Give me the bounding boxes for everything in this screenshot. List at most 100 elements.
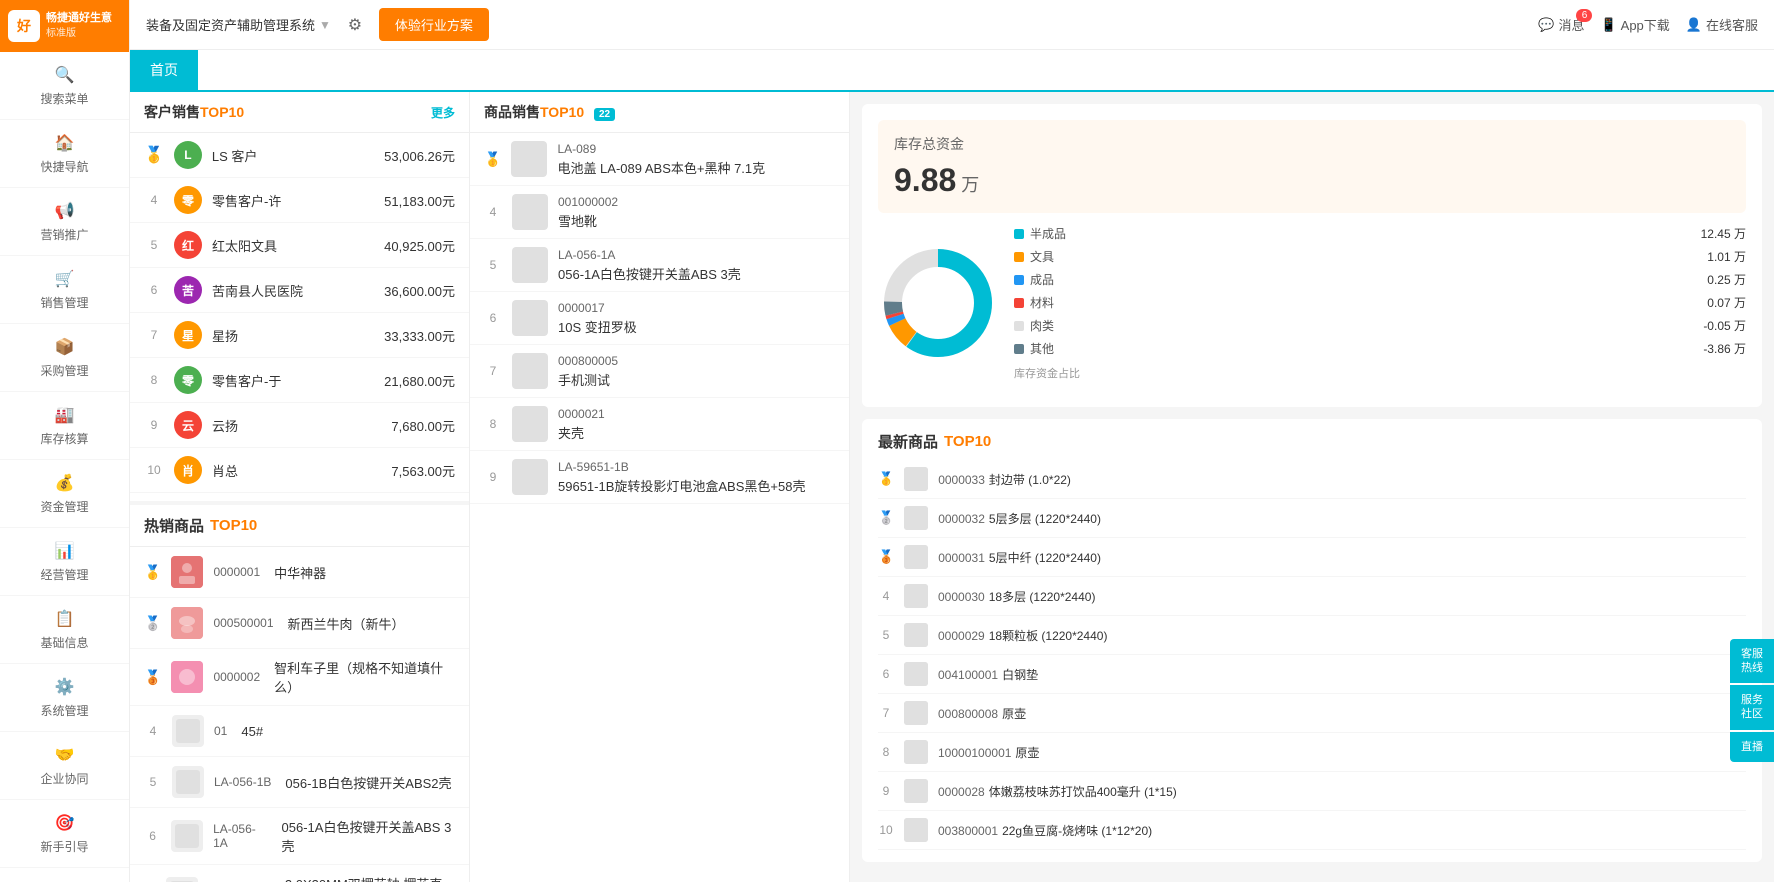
hot-rank-6: 6 [144,829,161,843]
rank-item-7: 9 云 云扬 7,680.00元 [130,403,469,448]
customer-sales-section: 客户销售TOP10 更多 🥇 L LS 客户 53,006.26元 4 零 零售… [130,92,469,493]
np-img-9 [904,779,928,803]
system-title: 装备及固定资产辅助管理系统 [146,15,315,34]
app-download-button[interactable]: 📱 App下载 [1600,15,1669,34]
hot-item-7: 7 NB2.0X30B 2.0X30MM双摆花轴,摆花直径2.1MM/ROHS [130,865,469,882]
np-medal-2: 🥈 [878,510,894,526]
sidebar-item-inventory[interactable]: 🏭 库存核算 [0,392,129,460]
service-hotline-button[interactable]: 客服热线 [1730,639,1774,684]
hot-code-6: LA-056-1A [213,822,267,850]
hot-name-2: 新西兰牛肉（新牛） [288,614,405,633]
dropdown-icon: ▼ [319,18,331,32]
np-rank-5: 5 [878,628,894,642]
np-img-10 [904,818,928,842]
customer-name-5: 星扬 [212,326,374,345]
hot-rank-5: 5 [144,775,162,789]
finance-icon: 💰 [54,472,76,494]
avatar-5: 星 [174,321,202,349]
medal-1: 🥇 [144,145,164,165]
sidebar-item-nav[interactable]: 🏠 快捷导航 [0,120,129,188]
sidebar-item-guide[interactable]: 🎯 新手引导 [0,800,129,868]
np-item-8: 8 10000100001原壶 [878,733,1746,772]
cp-img-6 [512,406,548,442]
cp-info-4: 0000017 10S 变扭罗极 [558,301,835,336]
avatar-4: 苦 [174,276,202,304]
service-icon: 👤 [1686,17,1702,33]
search-icon: 🔍 [54,64,76,86]
cp-rank-2: 4 [484,205,502,219]
hot-code-3: 0000002 [213,670,260,684]
sidebar-item-system[interactable]: ⚙️ 系统管理 [0,664,129,732]
product-item-c1: 🥇 LA-089 电池盖 LA-089 ABS本色+黑种 7.1克 [470,133,849,186]
customer-name-8: 肖总 [212,461,381,480]
amount-6: 21,680.00元 [384,371,455,390]
system-icon: ⚙️ [54,676,76,698]
sidebar-item-marketing[interactable]: 📢 营销推广 [0,188,129,256]
legend-dot-2 [1014,252,1024,262]
product-item-c4: 6 0000017 10S 变扭罗极 [470,292,849,345]
rank-num-7: 9 [144,418,164,432]
hot-img-7 [166,877,198,882]
trial-button[interactable]: 体验行业方案 [379,8,489,41]
cp-img-2 [512,194,548,230]
livestream-button[interactable]: 直播 [1730,732,1774,762]
hot-img-2 [171,607,203,639]
hot-code-1: 0000001 [213,565,260,579]
sidebar-item-basic[interactable]: 📋 基础信息 [0,596,129,664]
cp-info-7: LA-59651-1B 59651-1B旋转投影灯电池盒ABS黑色+58壳 [558,460,835,495]
hot-name-5: 056-1B白色按键开关ABS2壳 [285,773,451,792]
sidebar-item-purchase[interactable]: 📦 采购管理 [0,324,129,392]
rank-item-5: 7 星 星扬 33,333.00元 [130,313,469,358]
messages-button[interactable]: 💬 消息 6 [1538,15,1584,34]
rank-item-2: 4 零 零售客户-许 51,183.00元 [130,178,469,223]
sidebar: 好 畅捷通好生意 标准版 🔍 搜索菜单 🏠 快捷导航 📢 营销推广 🛒 销售管理… [0,0,130,882]
product-item-c7: 9 LA-59651-1B 59651-1B旋转投影灯电池盒ABS黑色+58壳 [470,451,849,504]
customer-sales-more[interactable]: 更多 [431,104,455,121]
hot-name-3: 智利车子里（规格不知道填什么） [274,658,455,696]
guide-icon: 🎯 [54,812,76,834]
hot-medal-3: 🥉 [144,669,161,686]
sidebar-item-sales[interactable]: 🛒 销售管理 [0,256,129,324]
inventory-icon: 🏭 [54,404,76,426]
marketing-icon: 📢 [54,200,76,222]
product-sales-header: 商品销售TOP10 22 [470,92,849,133]
cp-rank-7: 9 [484,470,502,484]
new-products-title: 最新商品 TOP10 [878,431,1746,452]
float-service: 客服热线 服务社区 直播 [1730,639,1774,762]
sidebar-item-finance[interactable]: 💰 资金管理 [0,460,129,528]
message-icon: 💬 [1538,17,1554,33]
rank-num-6: 8 [144,373,164,387]
sidebar-item-operation[interactable]: 📊 经营管理 [0,528,129,596]
hot-img-5 [172,766,204,798]
hot-name-6: 056-1A白色按键开关盖ABS 3壳 [282,817,455,855]
service-community-button[interactable]: 服务社区 [1730,685,1774,730]
sidebar-item-enterprise[interactable]: 🤝 企业协同 [0,732,129,800]
sidebar-logo: 好 畅捷通好生意 标准版 [0,0,129,52]
system-title-dropdown[interactable]: 装备及固定资产辅助管理系统 ▼ [146,15,331,34]
content-area: 客户销售TOP10 更多 🥇 L LS 客户 53,006.26元 4 零 零售… [130,92,1774,882]
logo-icon: 好 [8,10,40,42]
home-icon: 🏠 [54,132,76,154]
tab-home[interactable]: 首页 [130,50,198,92]
np-img-3 [904,545,928,569]
np-rank-9: 9 [878,784,894,798]
customer-sales-header: 客户销售TOP10 更多 [130,92,469,133]
legend-item-6: 其他 -3.86 万 [1014,340,1746,357]
np-img-2 [904,506,928,530]
logo-text: 畅捷通好生意 标准版 [46,11,112,40]
product-item-c6: 8 0000021 夹壳 [470,398,849,451]
sidebar-item-search[interactable]: 🔍 搜索菜单 [0,52,129,120]
online-service-button[interactable]: 👤 在线客服 [1686,15,1758,34]
customer-name-1: LS 客户 [212,146,374,165]
donut-chart [878,243,998,363]
amount-8: 7,563.00元 [391,461,455,480]
rank-num-5: 7 [144,328,164,342]
basic-icon: 📋 [54,608,76,630]
hot-img-3 [171,661,203,693]
main-area: 装备及固定资产辅助管理系统 ▼ ⚙ 体验行业方案 💬 消息 6 📱 App下载 … [130,0,1774,882]
amount-3: 40,925.00元 [384,236,455,255]
avatar-3: 红 [174,231,202,259]
rank-item-6: 8 零 零售客户-于 21,680.00元 [130,358,469,403]
settings-icon[interactable]: ⚙ [341,11,369,39]
np-item-3: 🥉 00000315层中纤 (1220*2440) [878,538,1746,577]
